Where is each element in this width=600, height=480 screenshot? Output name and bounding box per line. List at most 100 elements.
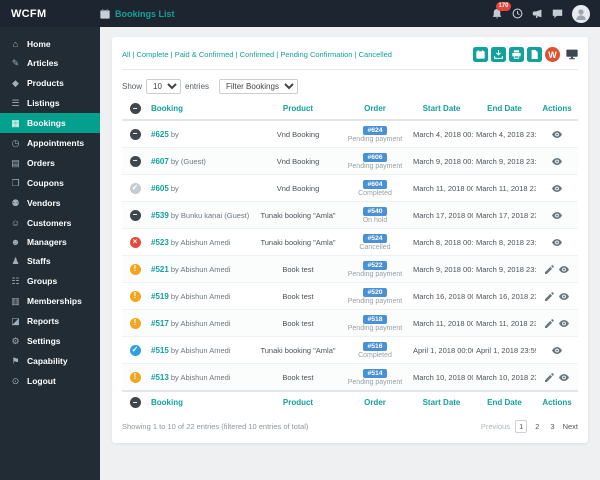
next-page-button[interactable]: Next xyxy=(563,422,578,431)
status-filter-link[interactable]: Paid & Confirmed xyxy=(175,50,240,59)
sidebar-item[interactable]: Logout xyxy=(0,371,100,391)
column-header[interactable]: Actions xyxy=(536,98,578,121)
column-header[interactable]: Product xyxy=(256,98,340,121)
view-booking-icon[interactable] xyxy=(552,239,562,246)
previous-page-button[interactable]: Previous xyxy=(481,422,510,431)
booking-id-link[interactable]: #521 xyxy=(151,265,169,274)
announcement-megaphone-icon[interactable] xyxy=(532,8,543,19)
status-column-footer[interactable] xyxy=(122,390,148,413)
page-number-button[interactable]: 1 xyxy=(515,420,528,433)
booking-id-link[interactable]: #519 xyxy=(151,292,169,301)
column-footer[interactable]: Actions xyxy=(536,390,578,413)
booking-id-link[interactable]: #605 xyxy=(151,184,169,193)
edit-booking-icon[interactable] xyxy=(544,264,554,274)
status-column-header[interactable] xyxy=(122,98,148,121)
sidebar-item-label: Coupons xyxy=(27,178,64,188)
wordpress-icon[interactable] xyxy=(545,47,560,62)
booking-id-link[interactable]: #607 xyxy=(151,157,169,166)
view-booking-icon[interactable] xyxy=(552,347,562,354)
sidebar-item[interactable]: Managers xyxy=(0,232,100,251)
sidebar-item-label: Staffs xyxy=(27,256,51,266)
page-size-select[interactable]: 10 xyxy=(146,79,182,94)
page-number-button[interactable]: 3 xyxy=(547,421,557,432)
calendar-view-button[interactable] xyxy=(473,47,488,62)
show-label: Show xyxy=(122,82,143,91)
end-date: March 17, 2018 23:59 PM xyxy=(473,201,536,229)
order-id-badge[interactable]: #524 xyxy=(363,234,387,243)
booking-id-link[interactable]: #539 xyxy=(151,211,169,220)
order-id-badge[interactable]: #520 xyxy=(363,288,387,297)
page-number-button[interactable]: 2 xyxy=(532,421,542,432)
edit-booking-icon[interactable] xyxy=(544,318,554,328)
sidebar-item[interactable]: Vendors xyxy=(0,193,100,213)
order-id-badge[interactable]: #518 xyxy=(363,315,387,324)
sidebar-item[interactable]: Coupons xyxy=(0,173,100,193)
order-id-badge[interactable]: #522 xyxy=(363,261,387,270)
booking-id-link[interactable]: #523 xyxy=(151,238,169,247)
sidebar-item[interactable]: Memberships xyxy=(0,291,100,311)
view-booking-icon[interactable] xyxy=(552,212,562,219)
app-logo[interactable]: WCFM xyxy=(0,8,100,20)
column-footer[interactable]: End Date xyxy=(473,390,536,413)
export-csv-button[interactable] xyxy=(491,47,506,62)
notifications-bell-icon[interactable]: 170 xyxy=(491,1,511,20)
sidebar-item[interactable]: Listings xyxy=(0,93,100,113)
column-footer[interactable]: Start Date xyxy=(410,390,473,413)
view-booking-icon[interactable] xyxy=(559,319,570,327)
status-filter-link[interactable]: Complete xyxy=(136,50,174,59)
edit-booking-icon[interactable] xyxy=(544,372,554,382)
sidebar-item[interactable]: Bookings xyxy=(0,113,100,133)
column-footer[interactable]: Order xyxy=(340,390,410,413)
column-header[interactable]: Start Date xyxy=(410,98,473,121)
filter-bookings-select[interactable]: Filter Bookings xyxy=(219,79,299,94)
print-button[interactable] xyxy=(509,47,524,62)
column-footer[interactable]: Product xyxy=(256,390,340,413)
column-header[interactable]: Order xyxy=(340,98,410,121)
sidebar-item[interactable]: Articles xyxy=(0,53,100,73)
product-name: Tunaki booking "Amla" xyxy=(256,228,340,256)
view-booking-icon[interactable] xyxy=(552,185,562,192)
sidebar-item[interactable]: Orders xyxy=(0,153,100,173)
view-booking-icon[interactable] xyxy=(559,265,570,273)
sidebar-item[interactable]: Home xyxy=(0,34,100,53)
sidebar-item[interactable]: Appointments xyxy=(0,133,100,153)
status-filter-link[interactable]: All xyxy=(122,50,136,59)
order-id-badge[interactable]: #514 xyxy=(363,369,387,378)
view-booking-icon[interactable] xyxy=(559,292,570,300)
booking-id-link[interactable]: #625 xyxy=(151,130,169,139)
status-column-icon xyxy=(129,397,141,408)
user-avatar[interactable] xyxy=(572,4,590,23)
sidebar-item[interactable]: Products xyxy=(0,73,100,93)
booking-id-link[interactable]: #517 xyxy=(151,319,169,328)
messages-chat-icon[interactable] xyxy=(552,8,563,19)
sidebar-item[interactable]: Groups xyxy=(0,271,100,291)
pdf-export-button[interactable] xyxy=(527,47,542,62)
sidebar-item[interactable]: Staffs xyxy=(0,251,100,271)
view-booking-icon[interactable] xyxy=(552,131,562,138)
sidebar-item[interactable]: Customers xyxy=(0,213,100,232)
edit-booking-icon[interactable] xyxy=(544,291,554,301)
order-id-badge[interactable]: #624 xyxy=(363,126,387,135)
sidebar-item-label: Products xyxy=(27,78,64,88)
sidebar-item[interactable]: Settings xyxy=(0,331,100,351)
order-id-badge[interactable]: #540 xyxy=(363,207,387,216)
sidebar-item[interactable]: Capability xyxy=(0,351,100,371)
listings-icon xyxy=(10,98,21,109)
view-booking-icon[interactable] xyxy=(552,158,562,165)
booking-id-link[interactable]: #513 xyxy=(151,373,169,382)
status-filter-link[interactable]: Cancelled xyxy=(359,50,392,59)
column-header[interactable]: Booking xyxy=(148,98,256,121)
order-id-badge[interactable]: #606 xyxy=(363,153,387,162)
screen-monitor-icon[interactable] xyxy=(566,49,578,60)
history-clock-icon[interactable] xyxy=(512,8,523,19)
order-id-badge[interactable]: #516 xyxy=(363,342,387,351)
column-header[interactable]: End Date xyxy=(473,98,536,121)
column-footer[interactable]: Booking xyxy=(148,390,256,413)
booking-id-link[interactable]: #515 xyxy=(151,346,169,355)
end-date: April 1, 2018 23:59 PM xyxy=(473,336,536,364)
status-filter-link[interactable]: Pending Confirmation xyxy=(280,50,358,59)
status-filter-link[interactable]: Confirmed xyxy=(240,50,281,59)
sidebar-item[interactable]: Reports xyxy=(0,311,100,331)
order-id-badge[interactable]: #604 xyxy=(363,180,387,189)
view-booking-icon[interactable] xyxy=(559,373,570,381)
